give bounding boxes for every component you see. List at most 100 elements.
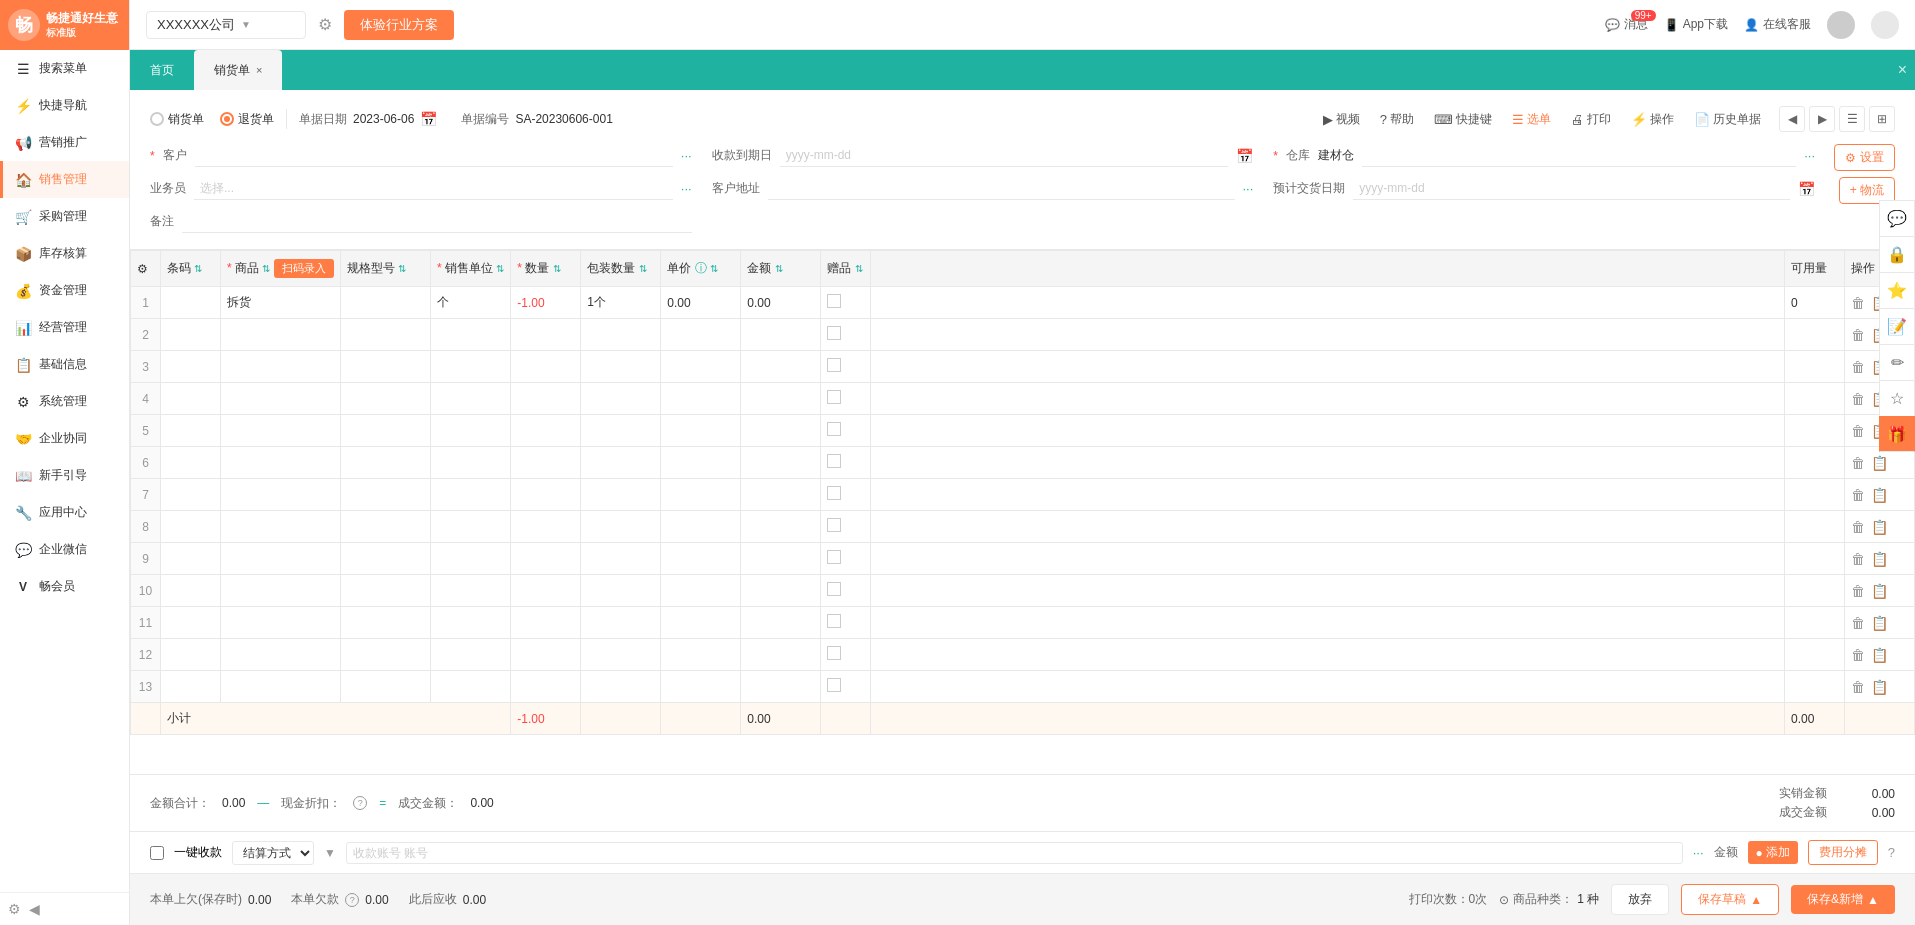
sidebar-item-wechat[interactable]: 💬 企业微信 bbox=[0, 531, 129, 568]
row-spec[interactable] bbox=[341, 639, 431, 671]
copy-icon[interactable]: 📋 bbox=[1871, 455, 1888, 471]
price-sort-icon[interactable]: ⇅ bbox=[710, 263, 718, 274]
row-pack-qty[interactable] bbox=[581, 575, 661, 607]
row-unit[interactable] bbox=[431, 639, 511, 671]
gift-checkbox[interactable] bbox=[827, 390, 841, 404]
product-sort-icon[interactable]: ⇅ bbox=[262, 263, 270, 274]
gift-checkbox[interactable] bbox=[827, 582, 841, 596]
settings-icon[interactable]: ⚙ bbox=[318, 15, 332, 34]
side-btn-orange[interactable]: 🎁 bbox=[1879, 416, 1915, 452]
row-amount[interactable]: 0.00 bbox=[741, 287, 821, 319]
row-qty[interactable] bbox=[511, 575, 581, 607]
sidebar-item-finance[interactable]: 💰 资金管理 bbox=[0, 272, 129, 309]
row-amount[interactable] bbox=[741, 351, 821, 383]
delete-icon[interactable]: 🗑 bbox=[1851, 487, 1865, 503]
row-unit[interactable] bbox=[431, 575, 511, 607]
sidebar-item-member[interactable]: V 畅会员 bbox=[0, 568, 129, 605]
row-amount[interactable] bbox=[741, 575, 821, 607]
due-date-calendar-icon[interactable]: 📅 bbox=[1236, 148, 1253, 164]
row-gift[interactable] bbox=[821, 351, 871, 383]
row-product[interactable] bbox=[221, 351, 341, 383]
radio-return-order[interactable]: 退货单 bbox=[220, 111, 274, 128]
row-spec[interactable] bbox=[341, 319, 431, 351]
row-pack-qty[interactable] bbox=[581, 351, 661, 383]
row-product[interactable] bbox=[221, 511, 341, 543]
copy-icon[interactable]: 📋 bbox=[1871, 551, 1888, 567]
row-barcode[interactable] bbox=[161, 575, 221, 607]
row-barcode[interactable] bbox=[161, 671, 221, 703]
row-barcode[interactable] bbox=[161, 479, 221, 511]
customer-input[interactable] bbox=[195, 144, 673, 167]
delete-icon[interactable]: 🗑 bbox=[1851, 391, 1865, 407]
row-pack-qty[interactable] bbox=[581, 319, 661, 351]
row-qty[interactable] bbox=[511, 479, 581, 511]
trial-button[interactable]: 体验行业方案 bbox=[344, 10, 454, 40]
payment-account-input[interactable] bbox=[346, 842, 1683, 864]
expected-date-calendar-icon[interactable]: 📅 bbox=[1798, 181, 1815, 197]
row-pack-qty[interactable] bbox=[581, 639, 661, 671]
row-unit[interactable] bbox=[431, 415, 511, 447]
row-product[interactable] bbox=[221, 319, 341, 351]
gift-checkbox[interactable] bbox=[827, 486, 841, 500]
row-barcode[interactable] bbox=[161, 447, 221, 479]
row-barcode[interactable] bbox=[161, 415, 221, 447]
row-pack-qty[interactable] bbox=[581, 383, 661, 415]
row-gift[interactable] bbox=[821, 575, 871, 607]
sidebar-item-purchase[interactable]: 🛒 采购管理 bbox=[0, 198, 129, 235]
due-date-input[interactable] bbox=[780, 144, 1229, 167]
expected-date-input[interactable] bbox=[1353, 177, 1790, 200]
row-qty[interactable] bbox=[511, 415, 581, 447]
qty-sort-icon[interactable]: ⇅ bbox=[553, 263, 561, 274]
row-pack-qty[interactable] bbox=[581, 447, 661, 479]
row-gift[interactable] bbox=[821, 671, 871, 703]
row-product[interactable]: 拆货 bbox=[221, 287, 341, 319]
row-pack-qty[interactable]: 1个 bbox=[581, 287, 661, 319]
row-gift[interactable] bbox=[821, 319, 871, 351]
row-amount[interactable] bbox=[741, 671, 821, 703]
tab-bar-close-icon[interactable]: × bbox=[1898, 61, 1907, 79]
row-unit[interactable] bbox=[431, 671, 511, 703]
row-unit[interactable] bbox=[431, 383, 511, 415]
row-barcode[interactable] bbox=[161, 607, 221, 639]
row-amount[interactable] bbox=[741, 383, 821, 415]
delete-icon[interactable]: 🗑 bbox=[1851, 519, 1865, 535]
sidebar-item-basics[interactable]: 📋 基础信息 bbox=[0, 346, 129, 383]
row-pack-qty[interactable] bbox=[581, 511, 661, 543]
total-due-help-icon[interactable]: ? bbox=[345, 893, 359, 907]
row-spec[interactable] bbox=[341, 671, 431, 703]
gift-checkbox[interactable] bbox=[827, 454, 841, 468]
sidebar-item-search[interactable]: ☰ 搜索菜单 bbox=[0, 50, 129, 87]
row-unit[interactable] bbox=[431, 511, 511, 543]
salesperson-input[interactable] bbox=[194, 177, 673, 200]
delete-icon[interactable]: 🗑 bbox=[1851, 327, 1865, 343]
spec-sort-icon[interactable]: ⇅ bbox=[398, 263, 406, 274]
payment-account-dots[interactable]: ··· bbox=[1693, 845, 1704, 860]
delete-icon[interactable]: 🗑 bbox=[1851, 423, 1865, 439]
row-unit[interactable]: 个 bbox=[431, 287, 511, 319]
row-barcode[interactable] bbox=[161, 351, 221, 383]
note-input[interactable] bbox=[182, 210, 692, 233]
gift-checkbox[interactable] bbox=[827, 550, 841, 564]
next-button[interactable]: ▶ bbox=[1809, 106, 1835, 132]
gift-checkbox[interactable] bbox=[827, 422, 841, 436]
row-gift[interactable] bbox=[821, 479, 871, 511]
warehouse-input[interactable] bbox=[1362, 144, 1796, 167]
row-unit-price[interactable] bbox=[661, 543, 741, 575]
amount-sort-icon[interactable]: ⇅ bbox=[775, 263, 783, 274]
avatar[interactable] bbox=[1827, 11, 1855, 39]
row-unit-price[interactable]: 0.00 bbox=[661, 287, 741, 319]
row-spec[interactable] bbox=[341, 479, 431, 511]
shortcut-button[interactable]: ⌨ 快捷键 bbox=[1428, 108, 1498, 131]
row-product[interactable] bbox=[221, 639, 341, 671]
collapse-sidebar-icon[interactable]: ◀ bbox=[29, 901, 40, 917]
row-unit-price[interactable] bbox=[661, 319, 741, 351]
customer-addr-input[interactable] bbox=[768, 177, 1235, 200]
copy-icon[interactable]: 📋 bbox=[1871, 647, 1888, 663]
list-view-button[interactable]: ☰ bbox=[1839, 106, 1865, 132]
delete-icon[interactable]: 🗑 bbox=[1851, 295, 1865, 311]
row-spec[interactable] bbox=[341, 415, 431, 447]
side-btn-6[interactable]: ☆ bbox=[1879, 380, 1915, 416]
row-amount[interactable] bbox=[741, 479, 821, 511]
copy-icon[interactable]: 📋 bbox=[1871, 679, 1888, 695]
row-unit-price[interactable] bbox=[661, 351, 741, 383]
